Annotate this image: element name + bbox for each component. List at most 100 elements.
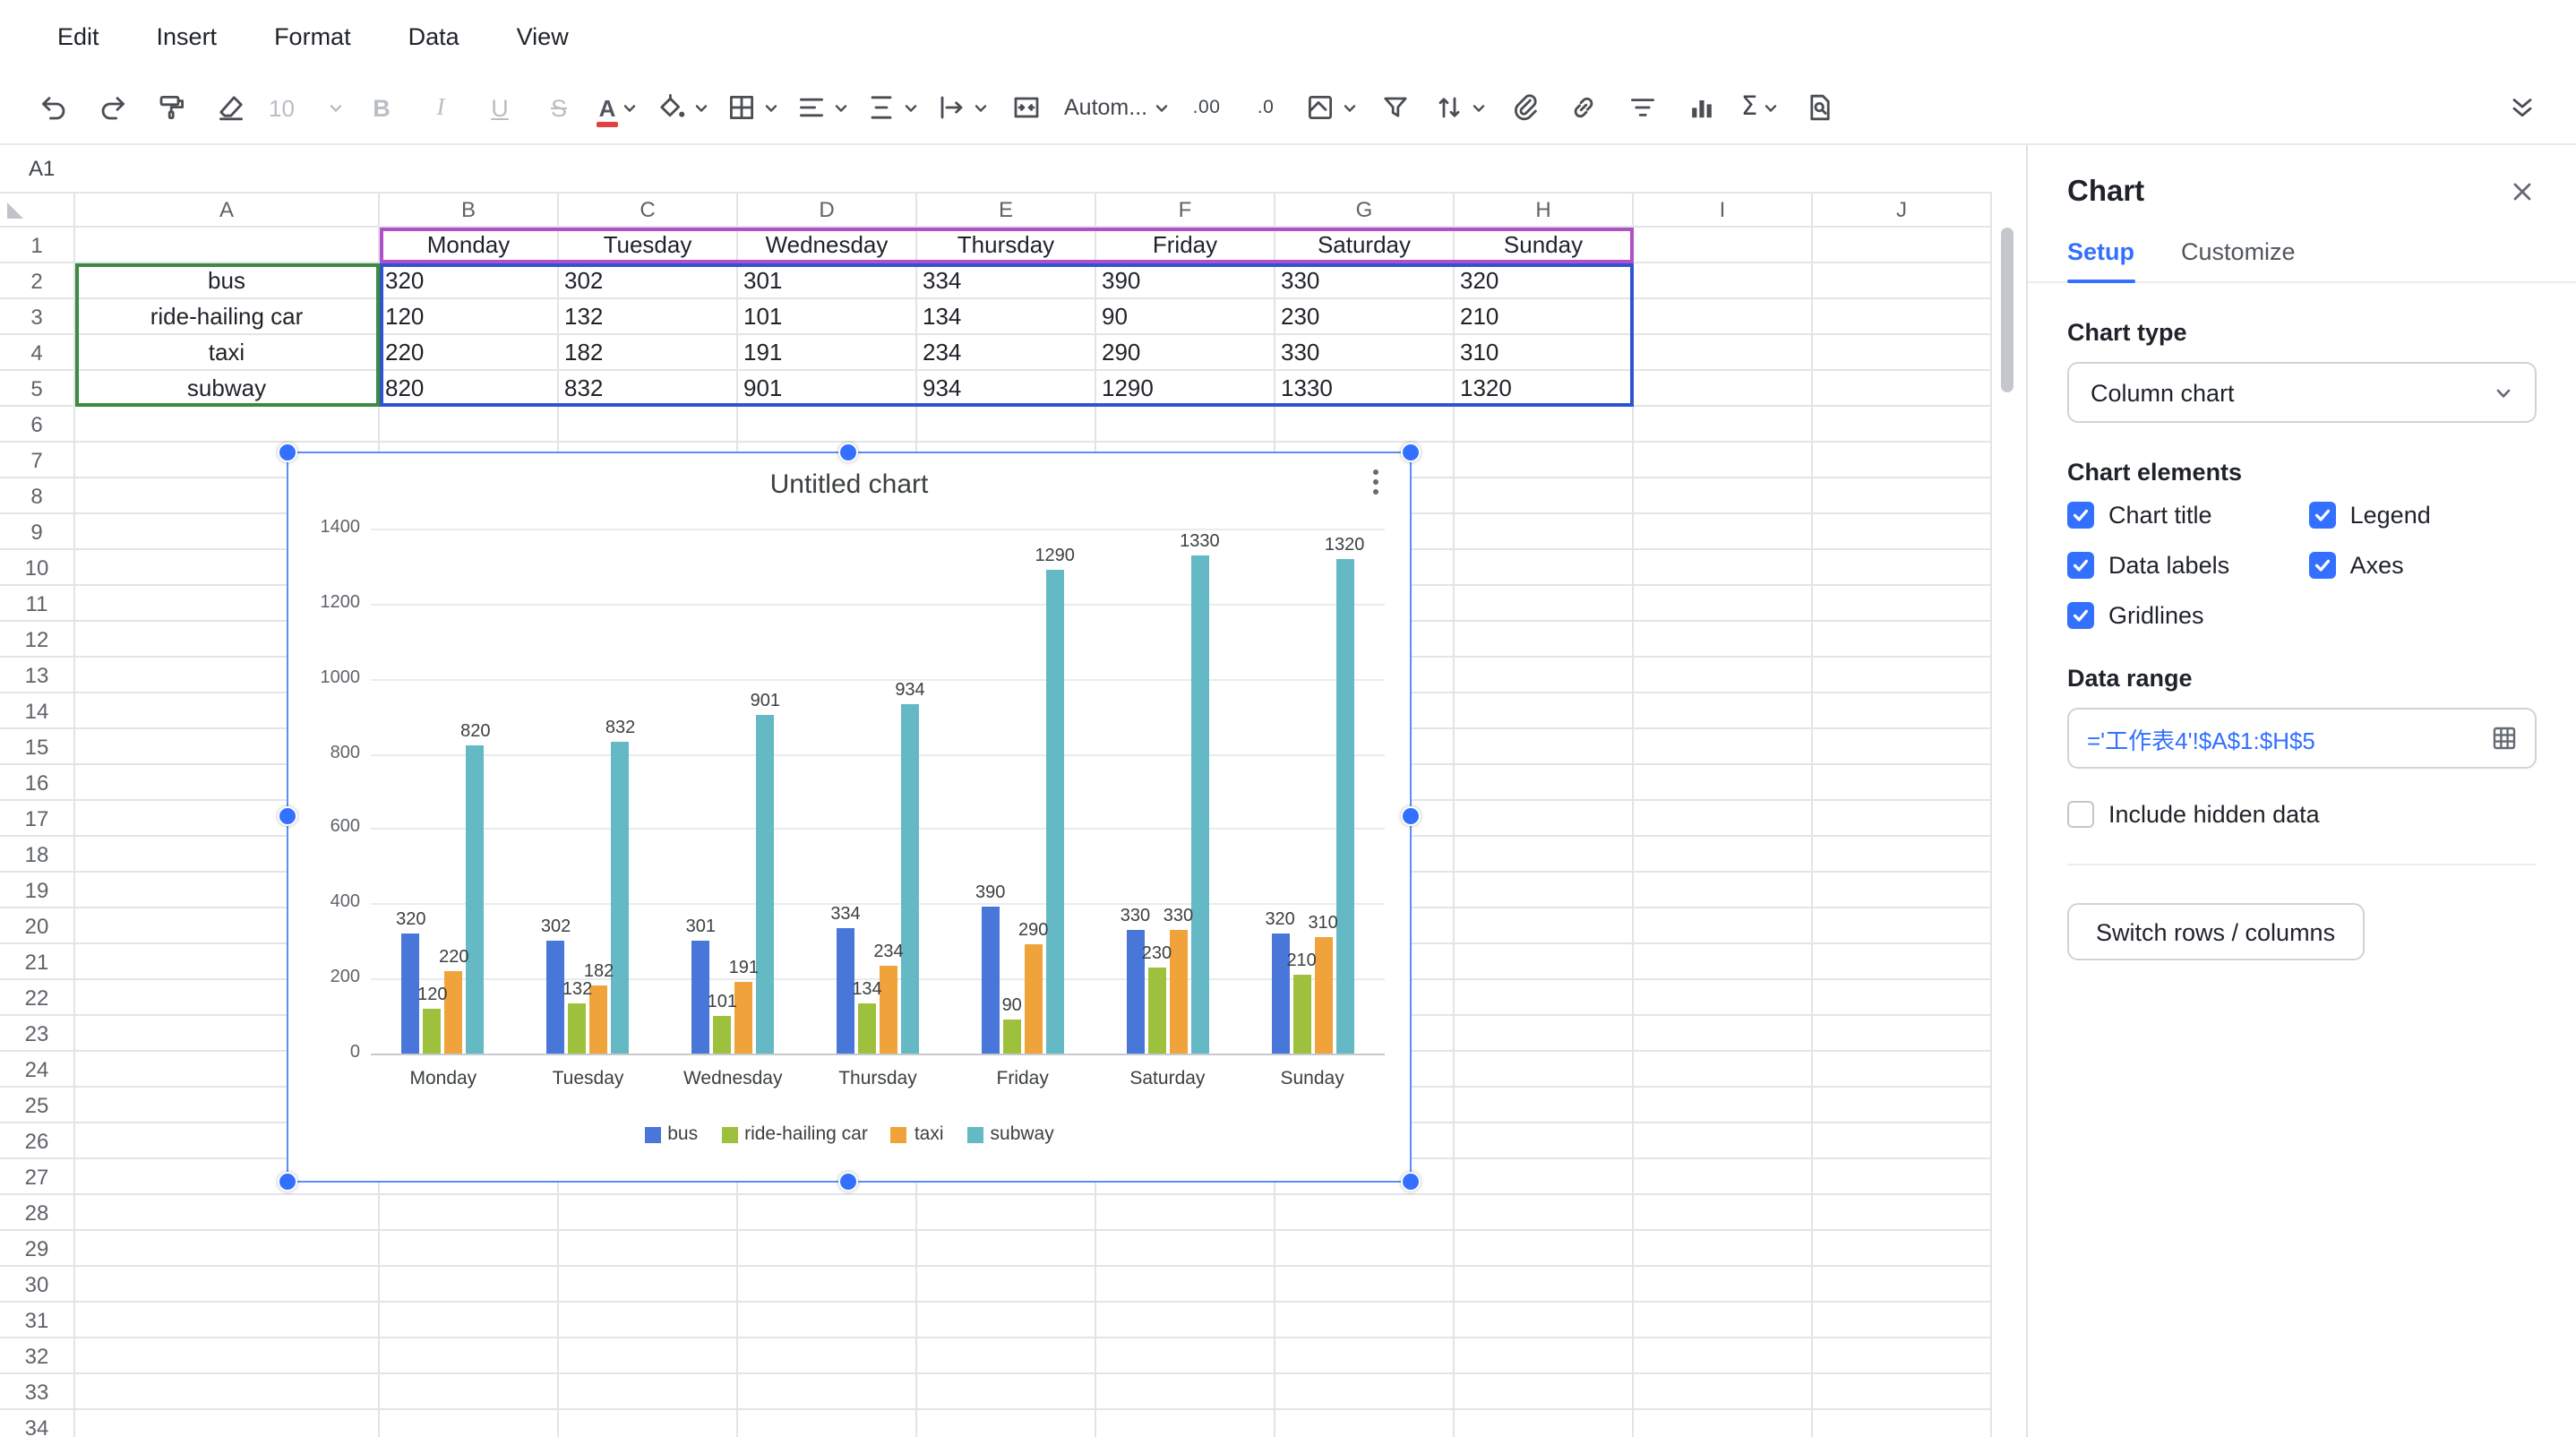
row-header-3[interactable]: 3: [0, 299, 75, 335]
grid-cell-I3[interactable]: [1634, 299, 1813, 335]
chart-resize-handle[interactable]: [838, 443, 858, 462]
grid-cell-I31[interactable]: [1634, 1303, 1813, 1338]
grid-cell-I23[interactable]: [1634, 1016, 1813, 1052]
grid-cell-J4[interactable]: [1813, 335, 1992, 371]
grid-cell-G33[interactable]: [1275, 1374, 1455, 1410]
row-header-6[interactable]: 6: [0, 407, 75, 443]
column-header-A[interactable]: A: [75, 192, 380, 228]
grid-cell-D29[interactable]: [738, 1231, 917, 1267]
grid-cell-B30[interactable]: [380, 1267, 559, 1303]
row-header-9[interactable]: 9: [0, 514, 75, 550]
grid-cell-F30[interactable]: [1096, 1267, 1275, 1303]
chart-insert-button[interactable]: [1676, 84, 1726, 131]
grid-cell-H22[interactable]: [1455, 980, 1634, 1016]
grid-cell-H13[interactable]: [1455, 658, 1634, 693]
grid-cell-H17[interactable]: [1455, 801, 1634, 837]
row-header-4[interactable]: 4: [0, 335, 75, 371]
borders-button[interactable]: [722, 84, 783, 131]
advanced-filter-button[interactable]: [1617, 84, 1667, 131]
grid-cell-F32[interactable]: [1096, 1338, 1275, 1374]
grid-cell-H3[interactable]: 210: [1455, 299, 1634, 335]
grid-cell-J20[interactable]: [1813, 908, 1992, 944]
row-header-17[interactable]: 17: [0, 801, 75, 837]
link-button[interactable]: [1558, 84, 1608, 131]
grid-cell-E5[interactable]: 934: [917, 371, 1096, 407]
row-header-26[interactable]: 26: [0, 1123, 75, 1159]
grid-cell-C2[interactable]: 302: [559, 263, 738, 299]
menu-data[interactable]: Data: [408, 22, 459, 49]
row-header-29[interactable]: 29: [0, 1231, 75, 1267]
column-header-F[interactable]: F: [1096, 192, 1275, 228]
grid-cell-J29[interactable]: [1813, 1231, 1992, 1267]
grid-cell-H30[interactable]: [1455, 1267, 1634, 1303]
column-header-E[interactable]: E: [917, 192, 1096, 228]
grid-cell-J11[interactable]: [1813, 586, 1992, 622]
checkbox-gridlines[interactable]: Gridlines: [2067, 602, 2309, 629]
column-header-J[interactable]: J: [1813, 192, 1992, 228]
redo-button[interactable]: [88, 84, 138, 131]
grid-cell-E2[interactable]: 334: [917, 263, 1096, 299]
grid-cell-J18[interactable]: [1813, 837, 1992, 873]
grid-cell-E1[interactable]: Thursday: [917, 228, 1096, 263]
select-all-corner[interactable]: [0, 192, 75, 228]
menu-view[interactable]: View: [517, 22, 569, 49]
row-header-18[interactable]: 18: [0, 837, 75, 873]
grid-cell-J17[interactable]: [1813, 801, 1992, 837]
grid-cell-H1[interactable]: Sunday: [1455, 228, 1634, 263]
grid-cell-J31[interactable]: [1813, 1303, 1992, 1338]
grid-cell-F33[interactable]: [1096, 1374, 1275, 1410]
grid-cell-H9[interactable]: [1455, 514, 1634, 550]
grid-cell-J16[interactable]: [1813, 765, 1992, 801]
grid-cell-H12[interactable]: [1455, 622, 1634, 658]
grid-cell-H34[interactable]: [1455, 1410, 1634, 1437]
grid-cell-I17[interactable]: [1634, 801, 1813, 837]
chart-resize-handle[interactable]: [838, 1172, 858, 1192]
chart-resize-handle[interactable]: [278, 443, 297, 462]
grid-cell-I9[interactable]: [1634, 514, 1813, 550]
merge-cells-button[interactable]: [1001, 84, 1052, 131]
grid-cell-F29[interactable]: [1096, 1231, 1275, 1267]
grid-cell-A28[interactable]: [75, 1195, 380, 1231]
grid-cell-J30[interactable]: [1813, 1267, 1992, 1303]
number-format-button[interactable]: Autom...: [1060, 84, 1172, 131]
embedded-chart[interactable]: Untitled chart 0 200 400 600 800 1000 1200 1400…: [278, 443, 1421, 1192]
undo-button[interactable]: [29, 84, 79, 131]
increase-decimal-button[interactable]: .00: [1181, 84, 1232, 131]
grid-cell-D2[interactable]: 301: [738, 263, 917, 299]
column-header-D[interactable]: D: [738, 192, 917, 228]
grid-cell-J33[interactable]: [1813, 1374, 1992, 1410]
row-header-7[interactable]: 7: [0, 443, 75, 478]
grid-cell-C3[interactable]: 132: [559, 299, 738, 335]
grid-cell-H14[interactable]: [1455, 693, 1634, 729]
grid-cell-H29[interactable]: [1455, 1231, 1634, 1267]
grid-cell-E30[interactable]: [917, 1267, 1096, 1303]
cell-style-button[interactable]: [1300, 84, 1361, 131]
grid-cell-G2[interactable]: 330: [1275, 263, 1455, 299]
grid-cell-A30[interactable]: [75, 1267, 380, 1303]
grid-cell-J8[interactable]: [1813, 478, 1992, 514]
grid-cell-H5[interactable]: 1320: [1455, 371, 1634, 407]
chart-type-select[interactable]: Column chart: [2067, 362, 2537, 423]
grid-cell-E6[interactable]: [917, 407, 1096, 443]
grid-cell-A5[interactable]: subway: [75, 371, 380, 407]
grid-cell-H20[interactable]: [1455, 908, 1634, 944]
chart-resize-handle[interactable]: [1401, 443, 1421, 462]
menu-edit[interactable]: Edit: [57, 22, 99, 49]
grid-cell-F34[interactable]: [1096, 1410, 1275, 1437]
grid-cell-H27[interactable]: [1455, 1159, 1634, 1195]
grid-cell-E3[interactable]: 134: [917, 299, 1096, 335]
grid-cell-H26[interactable]: [1455, 1123, 1634, 1159]
grid-cell-J1[interactable]: [1813, 228, 1992, 263]
grid-cell-C34[interactable]: [559, 1410, 738, 1437]
grid-cell-J12[interactable]: [1813, 622, 1992, 658]
grid-cell-B34[interactable]: [380, 1410, 559, 1437]
checkbox-include-hidden[interactable]: Include hidden data: [2067, 801, 2537, 828]
grid-cell-I12[interactable]: [1634, 622, 1813, 658]
grid-cell-D6[interactable]: [738, 407, 917, 443]
grid-cell-A4[interactable]: taxi: [75, 335, 380, 371]
text-color-button[interactable]: A: [593, 84, 643, 131]
grid-cell-I1[interactable]: [1634, 228, 1813, 263]
grid-cell-A6[interactable]: [75, 407, 380, 443]
grid-cell-I14[interactable]: [1634, 693, 1813, 729]
vertical-scrollbar[interactable]: [2001, 213, 2014, 1433]
